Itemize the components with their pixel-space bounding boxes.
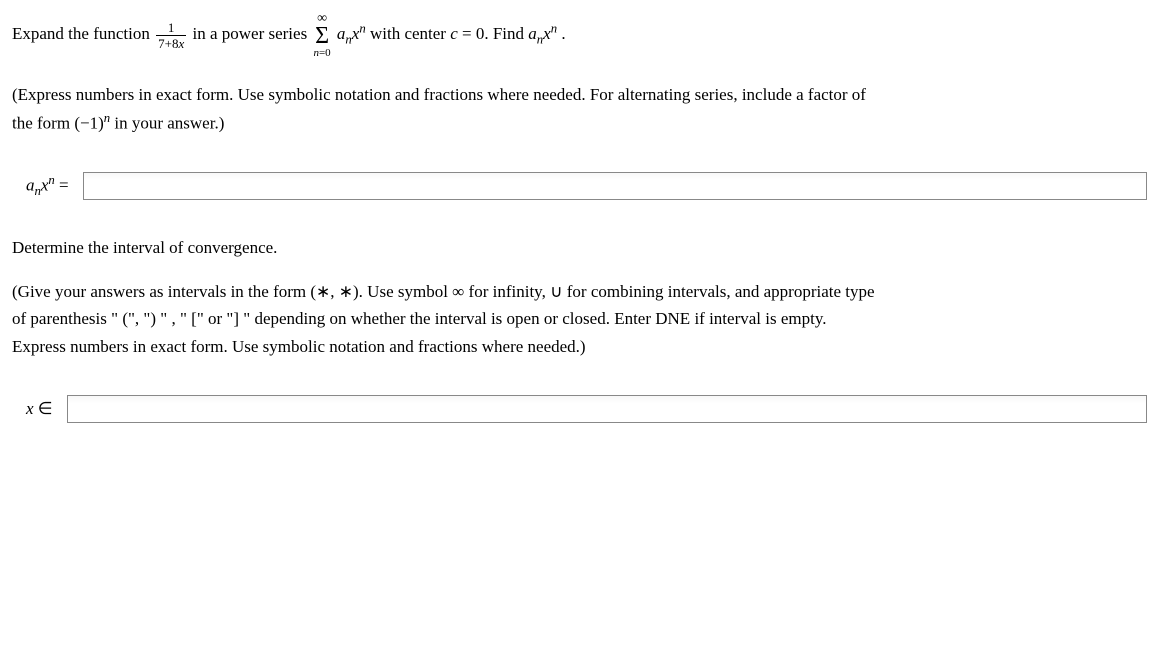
hint2-line2: of parenthesis " (", ") " , " [" or "] "… (12, 307, 1161, 331)
q1-mid2: with center (370, 24, 450, 43)
q1-mid1: in a power series (192, 24, 311, 43)
frac-numerator: 1 (156, 21, 186, 35)
hint2-line1: (Give your answers as intervals in the f… (12, 280, 1161, 304)
q1-prefix: Expand the function (12, 24, 154, 43)
answer2-input[interactable] (67, 395, 1147, 423)
series-term: anxn (337, 24, 370, 43)
hint1-line1: (Express numbers in exact form. Use symb… (12, 83, 1161, 107)
hint1: (Express numbers in exact form. Use symb… (12, 83, 1161, 136)
hint1-line2: the form (−1)n in your answer.) (12, 110, 1161, 135)
find-term: anxn (528, 24, 561, 43)
answer1-row: anxn = (12, 172, 1161, 200)
answer1-input[interactable] (83, 172, 1147, 200)
question2-prompt: Determine the interval of convergence. (12, 236, 1161, 260)
frac-denominator: 7+8x (156, 35, 186, 50)
fraction: 1 7+8x (156, 21, 186, 50)
summation: ∞ Σ n=0 (313, 12, 330, 59)
hint2-line3: Express numbers in exact form. Use symbo… (12, 335, 1161, 359)
answer1-label: anxn = (26, 173, 69, 199)
answer2-label: x ∈ (26, 399, 53, 419)
answer2-row: x ∈ (12, 395, 1161, 423)
hint2: (Give your answers as intervals in the f… (12, 280, 1161, 359)
question1-prompt: Expand the function 1 7+8x in a power se… (12, 12, 1161, 59)
